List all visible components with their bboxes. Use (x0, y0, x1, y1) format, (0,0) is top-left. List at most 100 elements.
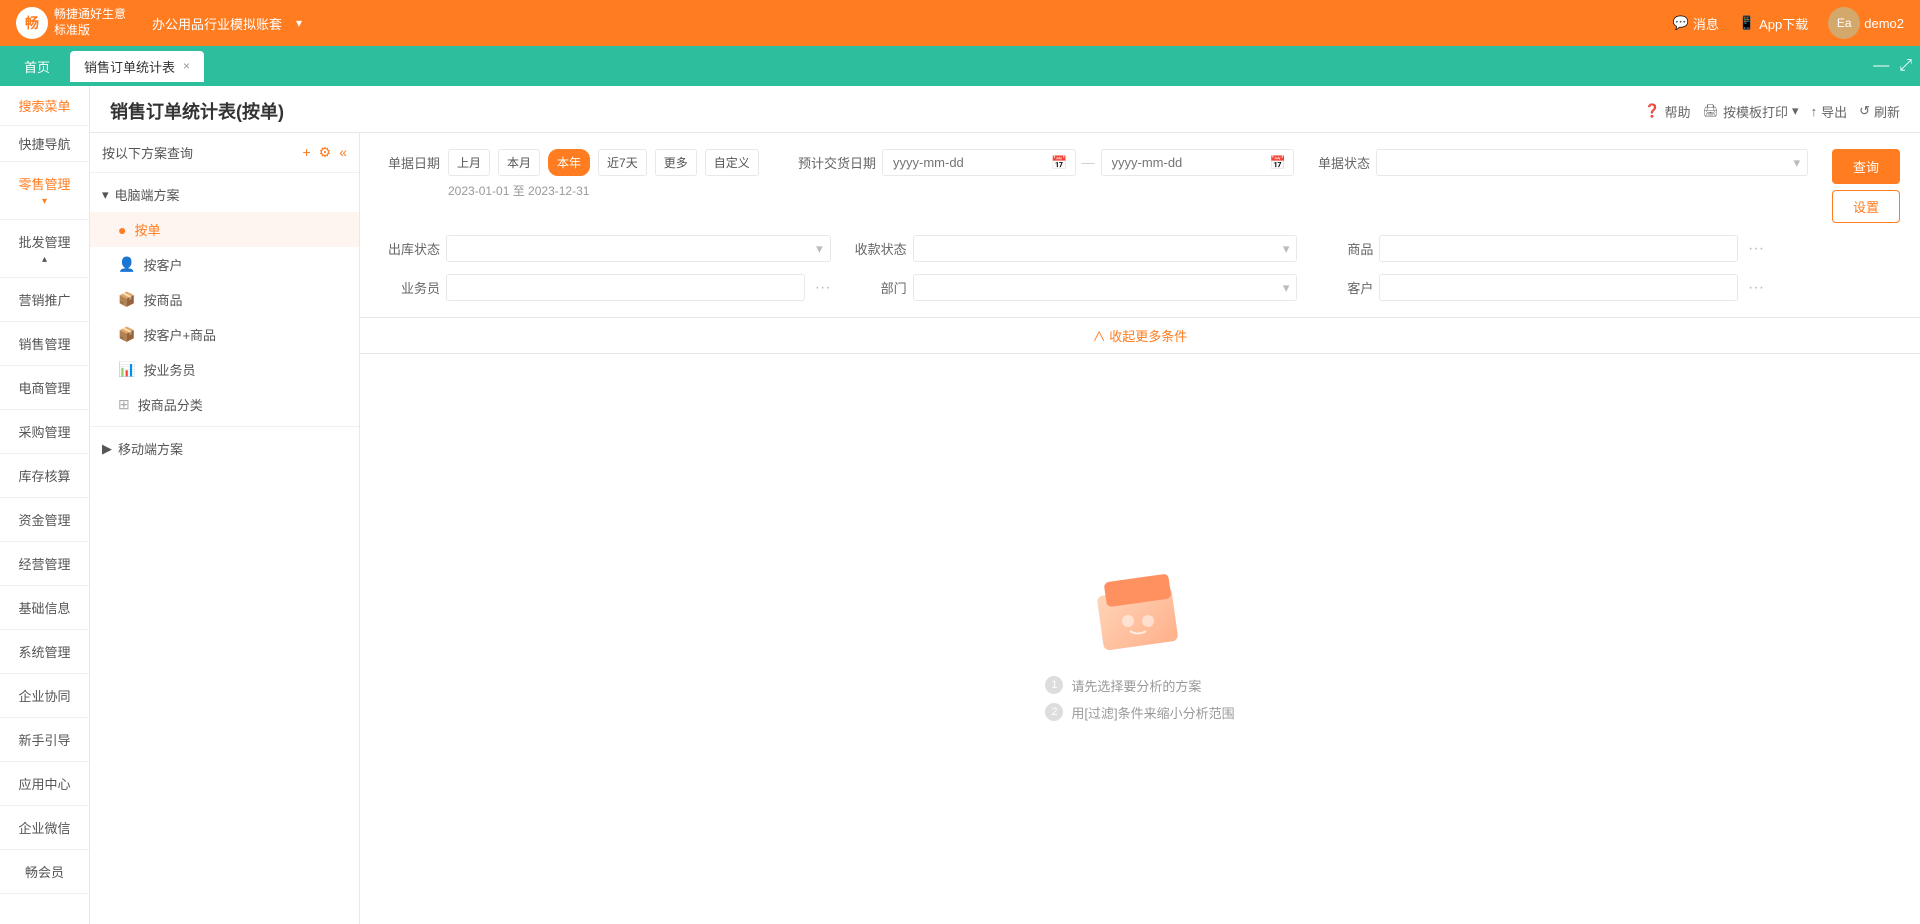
template-print-button[interactable]: 🖨 按模板打印 ▾ (1703, 102, 1799, 121)
date-btn-this-month[interactable]: 本月 (498, 149, 540, 176)
sidebar-item-enterprise[interactable]: 企业协同 (0, 674, 89, 718)
scheme-panel: 按以下方案查询 + ⚙ « ▾ 电脑端方案 (90, 133, 360, 924)
query-button[interactable]: 查询 (1832, 149, 1900, 184)
sidebar-item-basic[interactable]: 基础信息 (0, 586, 89, 630)
logo-icon: 畅 (16, 7, 48, 39)
chevron-right-icon: ▶ (102, 441, 112, 457)
sidebar-quick-nav[interactable]: 快捷导航 (0, 126, 89, 162)
scheme-item-by-product-category[interactable]: ⊞ 按商品分类 (90, 387, 359, 422)
collapse-bar[interactable]: ∧ 收起更多条件 (360, 318, 1920, 354)
page-header: 销售订单统计表(按单) ❓ 帮助 🖨 按模板打印 ▾ ↑ 导出 (90, 86, 1920, 133)
date-filter-group: 上月 本月 本年 近7天 更多 自定义 (448, 149, 759, 176)
tab-close-icon[interactable]: × (183, 59, 190, 73)
doc-status-select[interactable] (1376, 149, 1808, 176)
empty-hints: 1 请先选择要分析的方案 2 用[过滤]条件来缩小分析范围 (1045, 676, 1234, 722)
tab-home[interactable]: 首页 (8, 51, 66, 82)
scheme-collapse-button[interactable]: « (339, 144, 347, 161)
date-separator: — (1082, 155, 1095, 170)
department-select[interactable] (913, 274, 1298, 301)
scheme-panel-header: 按以下方案查询 + ⚙ « (90, 133, 359, 173)
box-icon: 📦 (118, 291, 135, 308)
delivery-date-start-input[interactable] (882, 149, 1076, 176)
download-icon: 📱 (1739, 15, 1755, 31)
doc-status-label: 单据状态 (1310, 153, 1370, 172)
date-btn-last-7-days[interactable]: 近7天 (598, 149, 647, 176)
app-download-button[interactable]: 📱 App下载 (1739, 14, 1808, 33)
tab-bar: 首页 销售订单统计表 × — ⤢ (0, 46, 1920, 86)
scheme-group-pc-header[interactable]: ▾ 电脑端方案 (90, 177, 359, 212)
product-dots-button[interactable]: ··· (1748, 240, 1764, 258)
sidebar-item-app-center[interactable]: 应用中心 (0, 762, 89, 806)
scheme-item-by-customer-product[interactable]: 📦 按客户+商品 (90, 317, 359, 352)
sidebar-item-newbie[interactable]: 新手引导 (0, 718, 89, 762)
customer-label: 客户 (1313, 278, 1373, 297)
export-icon: ↑ (1811, 104, 1818, 119)
date-btn-more[interactable]: 更多 (655, 149, 697, 176)
sidebar-item-purchase[interactable]: 采购管理 (0, 410, 89, 454)
product-input[interactable] (1379, 235, 1738, 262)
customer-input[interactable] (1379, 274, 1738, 301)
sidebar-search[interactable]: 搜索菜单 (0, 86, 89, 126)
calendar-icon: 📅 (1051, 155, 1067, 171)
scheme-item-by-customer[interactable]: 👤 按客户 (90, 247, 359, 282)
sidebar-item-member[interactable]: 畅会员 (0, 850, 89, 894)
avatar: Ea (1828, 7, 1860, 39)
chevron-down-icon: ▾ (42, 196, 47, 207)
tab-minimize-icon[interactable]: — (1873, 57, 1889, 75)
export-button[interactable]: ↑ 导出 (1811, 102, 1848, 121)
sidebar-item-system[interactable]: 系统管理 (0, 630, 89, 674)
scheme-settings-button[interactable]: ⚙ (319, 144, 332, 161)
chevron-up-icon: ▴ (42, 254, 47, 265)
scheme-item-by-product[interactable]: 📦 按商品 (90, 282, 359, 317)
sidebar-item-ecommerce[interactable]: 电商管理 (0, 366, 89, 410)
customer-dots-button[interactable]: ··· (1748, 279, 1764, 297)
app-title-dropdown[interactable]: ▾ (296, 16, 302, 30)
box-multi-icon: 📦 (118, 326, 135, 343)
out-status-label: 出库状态 (380, 239, 440, 258)
hint-item-1: 1 请先选择要分析的方案 (1045, 676, 1234, 695)
department-label: 部门 (847, 278, 907, 297)
help-button[interactable]: ❓ 帮助 (1644, 102, 1690, 121)
sidebar-item-operations[interactable]: 经营管理 (0, 542, 89, 586)
salesperson-label: 业务员 (380, 278, 440, 297)
sidebar-item-marketing[interactable]: 营销推广 (0, 278, 89, 322)
date-label: 单据日期 (380, 153, 440, 172)
filter-panel: 单据日期 上月 本月 本年 近7天 更多 自定义 (360, 133, 1920, 318)
data-area: 1 请先选择要分析的方案 2 用[过滤]条件来缩小分析范围 (360, 354, 1920, 924)
date-btn-last-month[interactable]: 上月 (448, 149, 490, 176)
hint-item-2: 2 用[过滤]条件来缩小分析范围 (1045, 703, 1234, 722)
scheme-item-by-order[interactable]: ● 按单 (90, 212, 359, 247)
chart-icon: 📊 (118, 361, 135, 378)
filter-area: 单据日期 上月 本月 本年 近7天 更多 自定义 (360, 133, 1920, 924)
sidebar-item-finance[interactable]: 资金管理 (0, 498, 89, 542)
sidebar-item-retail[interactable]: 零售管理 ▾ (0, 162, 89, 220)
user-menu[interactable]: Ea demo2 (1828, 7, 1904, 39)
scheme-group-mobile: ▶ 移动端方案 (90, 427, 359, 470)
tab-maximize-icon[interactable]: ⤢ (1899, 57, 1912, 75)
sidebar-item-wholesale[interactable]: 批发管理 ▴ (0, 220, 89, 278)
sidebar: 搜索菜单 快捷导航 零售管理 ▾ 批发管理 ▴ 营销推广 销售管理 电商管理 采… (0, 86, 90, 924)
settings-button[interactable]: 设置 (1832, 190, 1900, 223)
refresh-button[interactable]: ↺ 刷新 (1859, 102, 1900, 121)
sidebar-item-sales[interactable]: 销售管理 (0, 322, 89, 366)
sidebar-item-inventory[interactable]: 库存核算 (0, 454, 89, 498)
date-btn-this-year[interactable]: 本年 (548, 149, 590, 176)
salesperson-dots-button[interactable]: ··· (815, 279, 831, 297)
scheme-item-by-salesperson[interactable]: 📊 按业务员 (90, 352, 359, 387)
help-icon: ❓ (1644, 103, 1660, 119)
scheme-group-mobile-header[interactable]: ▶ 移动端方案 (90, 431, 359, 466)
payment-status-select[interactable] (913, 235, 1298, 262)
print-dropdown-icon: ▾ (1792, 103, 1799, 119)
payment-status-label: 收款状态 (847, 239, 907, 258)
date-btn-custom[interactable]: 自定义 (705, 149, 759, 176)
tab-sales-statistics[interactable]: 销售订单统计表 × (70, 51, 204, 82)
delivery-date-end-input[interactable] (1101, 149, 1295, 176)
message-button[interactable]: 💬 消息 (1673, 14, 1719, 33)
empty-illustration (1080, 556, 1200, 656)
sidebar-item-corp-wechat[interactable]: 企业微信 (0, 806, 89, 850)
refresh-icon: ↺ (1859, 103, 1870, 119)
grid-icon: ⊞ (118, 396, 130, 413)
scheme-add-button[interactable]: + (302, 144, 310, 161)
out-status-select[interactable] (446, 235, 831, 262)
salesperson-input[interactable] (446, 274, 805, 301)
